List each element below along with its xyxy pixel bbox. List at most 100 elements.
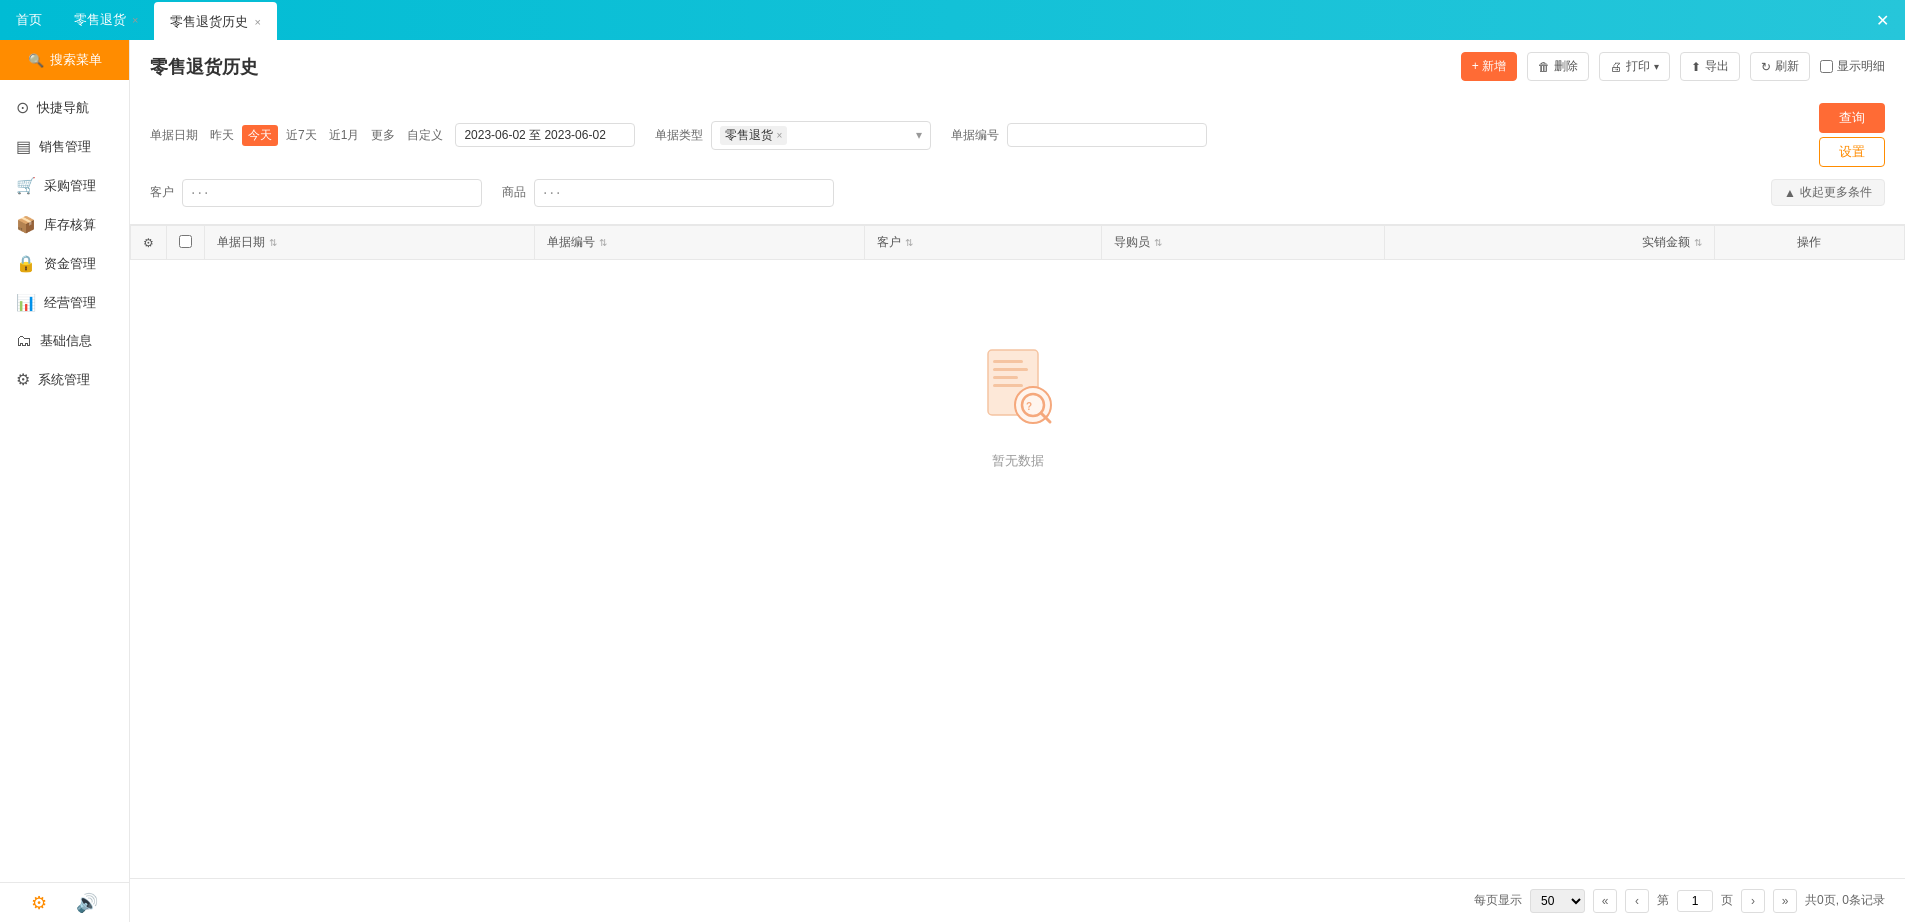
window-close-button[interactable]: ✕: [1876, 11, 1905, 30]
date-option-today[interactable]: 今天: [242, 125, 278, 146]
svg-text:?: ?: [1026, 401, 1032, 412]
filter-section: 单据日期 昨天 今天 近7天 近1月 更多 自定义 2023-06-02 至 2…: [150, 93, 1885, 224]
sidebar-item-inventory-label: 库存核算: [44, 216, 96, 234]
customer-select[interactable]: ···: [182, 179, 482, 207]
svg-rect-4: [993, 384, 1023, 387]
sidebar: 🔍 搜索菜单 ⊙ 快捷导航 ▤ 销售管理 🛒 采购管理 📦 库存核算 🔒: [0, 40, 130, 922]
tab-list: 首页 零售退货 × 零售退货历史 ×: [0, 0, 1876, 40]
type-tag-text: 零售退货: [725, 127, 773, 144]
query-button[interactable]: 查询: [1819, 103, 1885, 133]
sidebar-menu: ⊙ 快捷导航 ▤ 销售管理 🛒 采购管理 📦 库存核算 🔒 资金管理 📊 经: [0, 80, 129, 882]
sidebar-search[interactable]: 🔍 搜索菜单: [0, 40, 129, 80]
page-title: 零售退货历史: [150, 55, 258, 79]
goods-select[interactable]: ···: [534, 179, 834, 207]
display-detail-checkbox[interactable]: [1820, 60, 1833, 73]
search-icon: 🔍: [28, 53, 44, 68]
print-button[interactable]: 🖨 打印 ▾: [1599, 52, 1670, 81]
sidebar-item-basic-info[interactable]: 🗂 基础信息: [0, 322, 129, 360]
sidebar-footer: ⚙ 🔊: [0, 882, 129, 922]
export-button[interactable]: ⬆ 导出: [1680, 52, 1740, 81]
sidebar-item-system[interactable]: ⚙ 系统管理: [0, 360, 129, 399]
page-prefix-label: 第: [1657, 892, 1669, 909]
new-button[interactable]: + 新增: [1461, 52, 1517, 81]
tab-home[interactable]: 首页: [0, 0, 58, 40]
tab-retail-return[interactable]: 零售退货 ×: [58, 0, 154, 40]
date-range-input[interactable]: 2023-06-02 至 2023-06-02: [455, 123, 635, 147]
th-date-label: 单据日期: [217, 234, 265, 251]
goods-dots: ···: [543, 184, 562, 202]
sidebar-item-inventory[interactable]: 📦 库存核算: [0, 205, 129, 244]
th-checkbox: [167, 226, 205, 260]
th-guide[interactable]: 导购员 ⇅: [1101, 226, 1384, 260]
delete-button[interactable]: 🗑 删除: [1527, 52, 1589, 81]
collapse-button[interactable]: ▲ 收起更多条件: [1771, 179, 1885, 206]
sidebar-item-operations-label: 经营管理: [44, 294, 96, 312]
sidebar-item-sales[interactable]: ▤ 销售管理: [0, 127, 129, 166]
next-page-button[interactable]: ›: [1741, 889, 1765, 913]
page-suffix-label: 页: [1721, 892, 1733, 909]
refresh-button[interactable]: ↻ 刷新: [1750, 52, 1810, 81]
date-option-7days[interactable]: 近7天: [282, 125, 321, 146]
date-option-more[interactable]: 更多: [367, 125, 399, 146]
table-header: ⚙ 单据日期 ⇅ 单据编号: [131, 226, 1905, 260]
main-layout: 🔍 搜索菜单 ⊙ 快捷导航 ▤ 销售管理 🛒 采购管理 📦 库存核算 🔒: [0, 40, 1905, 922]
per-page-select[interactable]: 20 50 100: [1530, 889, 1585, 913]
svg-rect-3: [993, 376, 1018, 379]
refresh-button-label: 刷新: [1775, 58, 1799, 75]
sidebar-item-finance[interactable]: 🔒 资金管理: [0, 244, 129, 283]
finance-icon: 🔒: [16, 254, 36, 273]
sidebar-item-basic-info-label: 基础信息: [40, 332, 92, 350]
table-settings-icon[interactable]: ⚙: [143, 236, 154, 250]
sidebar-search-label: 搜索菜单: [50, 51, 102, 69]
th-actions-label: 操作: [1797, 235, 1821, 249]
tab-retail-return-history-close[interactable]: ×: [254, 16, 260, 28]
prev-page-icon: ‹: [1635, 894, 1639, 908]
table-body: ? 暂无数据: [131, 260, 1905, 551]
total-info: 共0页, 0条记录: [1805, 892, 1885, 909]
delete-button-label: 删除: [1554, 58, 1578, 75]
filter-row-1: 单据日期 昨天 今天 近7天 近1月 更多 自定义 2023-06-02 至 2…: [150, 103, 1885, 167]
tab-retail-return-history-label: 零售退货历史: [170, 13, 248, 31]
page-number-input[interactable]: 1: [1677, 890, 1713, 912]
svg-rect-2: [993, 368, 1028, 371]
date-option-1month[interactable]: 近1月: [325, 125, 364, 146]
th-customer[interactable]: 客户 ⇅: [864, 226, 1101, 260]
empty-state-row: ? 暂无数据: [131, 260, 1905, 551]
sidebar-item-sales-label: 销售管理: [39, 138, 91, 156]
first-page-icon: «: [1602, 894, 1609, 908]
sidebar-settings-icon[interactable]: ⚙: [31, 892, 47, 914]
th-voucher[interactable]: 单据编号 ⇅: [534, 226, 864, 260]
print-dropdown-icon: ▾: [1654, 61, 1659, 72]
select-all-checkbox[interactable]: [179, 235, 192, 248]
first-page-button[interactable]: «: [1593, 889, 1617, 913]
prev-page-button[interactable]: ‹: [1625, 889, 1649, 913]
th-amount[interactable]: 实销金额 ⇅: [1384, 226, 1714, 260]
voucher-input[interactable]: [1007, 123, 1207, 147]
system-icon: ⚙: [16, 370, 30, 389]
date-option-yesterday[interactable]: 昨天: [206, 125, 238, 146]
page-header: 零售退货历史 + 新增 🗑 删除 🖨 打印 ▾ ⬆: [130, 40, 1905, 225]
display-detail-toggle[interactable]: 显示明细: [1820, 58, 1885, 75]
sidebar-audio-icon[interactable]: 🔊: [76, 892, 98, 914]
filter-goods: 商品 ···: [502, 179, 834, 207]
empty-state: ? 暂无数据: [131, 260, 1905, 550]
last-page-button[interactable]: »: [1773, 889, 1797, 913]
settings-button[interactable]: 设置: [1819, 137, 1885, 167]
date-option-custom[interactable]: 自定义: [403, 125, 447, 146]
sidebar-item-operations[interactable]: 📊 经营管理: [0, 283, 129, 322]
collapse-up-icon: ▲: [1784, 186, 1796, 200]
th-date[interactable]: 单据日期 ⇅: [205, 226, 535, 260]
query-settings: 查询 设置: [1819, 103, 1885, 167]
tab-retail-return-history[interactable]: 零售退货历史 ×: [154, 2, 276, 42]
type-select[interactable]: 零售退货 × ▾: [711, 121, 931, 150]
filter-row-2: 客户 ··· 商品 ··· ▲: [150, 175, 1885, 210]
type-tag-close[interactable]: ×: [776, 130, 782, 141]
page-title-row: 零售退货历史 + 新增 🗑 删除 🖨 打印 ▾ ⬆: [150, 52, 1885, 81]
tab-retail-return-label: 零售退货: [74, 11, 126, 29]
th-settings[interactable]: ⚙: [131, 226, 167, 260]
next-page-icon: ›: [1751, 894, 1755, 908]
tab-retail-return-close[interactable]: ×: [132, 14, 138, 26]
sidebar-item-purchase[interactable]: 🛒 采购管理: [0, 166, 129, 205]
sidebar-item-quicknav[interactable]: ⊙ 快捷导航: [0, 88, 129, 127]
filter-voucher: 单据编号: [951, 123, 1207, 147]
